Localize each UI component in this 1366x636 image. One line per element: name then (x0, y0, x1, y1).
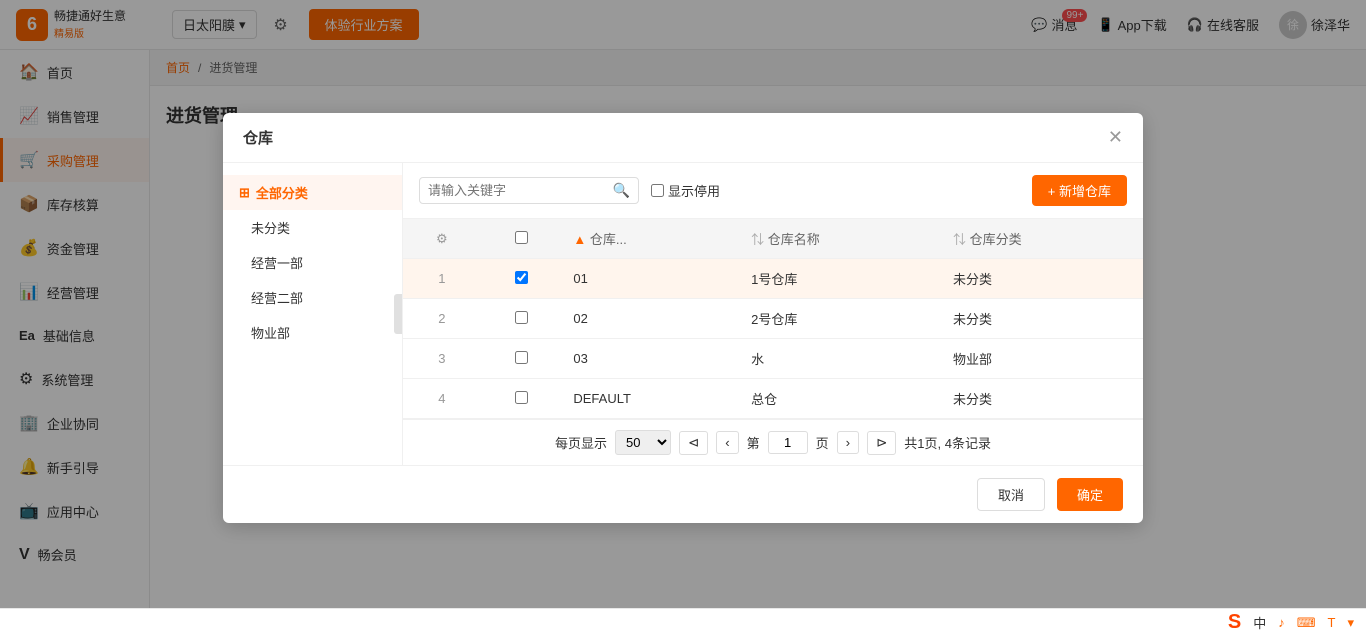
pagination-bar: 每页显示 50 20 100 ⊲ ‹ 第 页 › ⊳ 共1页, 4条记录 (403, 419, 1143, 465)
status-t-icon[interactable]: T (1328, 615, 1336, 630)
modal-overlay: 仓库 ✕ ⊞ 全部分类 未分类 经营一部 经营二部 物业部 《 (0, 0, 1366, 636)
table-header-code: ▲ 仓库... (561, 219, 739, 259)
table-row[interactable]: 1 01 1号仓库 未分类 (403, 259, 1143, 299)
show-disabled-check[interactable] (651, 184, 664, 197)
table-header-gear: ⚙ (403, 219, 481, 259)
modal-header: 仓库 ✕ (223, 113, 1143, 163)
modal-body: ⊞ 全部分类 未分类 经营一部 经营二部 物业部 《 🔍 (223, 163, 1143, 465)
per-page-label: 每页显示 (555, 433, 607, 452)
row-checkbox[interactable] (481, 299, 562, 339)
category-item-unclassified[interactable]: 未分类 (223, 210, 402, 245)
table-row[interactable]: 2 02 2号仓库 未分类 (403, 299, 1143, 339)
row-num: 1 (403, 259, 481, 299)
row-checkbox[interactable] (481, 259, 562, 299)
last-page-button[interactable]: ⊳ (867, 431, 896, 455)
search-icon[interactable]: 🔍 (613, 182, 630, 199)
status-lang-icon[interactable]: 中 (1253, 613, 1266, 632)
row-category: 未分类 (941, 259, 1143, 299)
add-warehouse-button[interactable]: + 新增仓库 (1032, 175, 1127, 206)
row-code: 03 (561, 339, 739, 379)
next-page-button[interactable]: › (837, 431, 859, 454)
show-disabled-label: 显示停用 (668, 181, 720, 200)
page-label: 第 (747, 433, 760, 452)
modal-close-button[interactable]: ✕ (1108, 127, 1123, 148)
row-checkbox[interactable] (481, 339, 562, 379)
row-num: 4 (403, 379, 481, 419)
first-page-button[interactable]: ⊲ (679, 431, 708, 455)
status-sound-icon[interactable]: ♪ (1278, 615, 1285, 630)
table-header-checkbox (481, 219, 562, 259)
row-num: 3 (403, 339, 481, 379)
page-number-input[interactable] (768, 431, 808, 454)
status-s-icon[interactable]: S (1228, 611, 1241, 634)
search-box: 🔍 (419, 177, 639, 204)
collapse-panel-button[interactable]: 《 (394, 294, 403, 334)
all-category-item[interactable]: ⊞ 全部分类 (223, 175, 402, 210)
category-item-operation1[interactable]: 经营一部 (223, 245, 402, 280)
row-category: 未分类 (941, 299, 1143, 339)
per-page-select[interactable]: 50 20 100 (615, 430, 671, 455)
sort-icon2: ⇅ (751, 232, 764, 247)
modal-toolbar: 🔍 显示停用 + 新增仓库 (403, 163, 1143, 219)
modal-title: 仓库 (243, 127, 273, 148)
table-row[interactable]: 4 DEFAULT 总仓 未分类 (403, 379, 1143, 419)
status-keyboard-icon[interactable]: ⌨ (1297, 615, 1316, 631)
row-code: 02 (561, 299, 739, 339)
row-code: 01 (561, 259, 739, 299)
total-records-label: 共1页, 4条记录 (904, 433, 991, 452)
warehouse-modal: 仓库 ✕ ⊞ 全部分类 未分类 经营一部 经营二部 物业部 《 (223, 113, 1143, 523)
show-disabled-checkbox[interactable]: 显示停用 (651, 181, 720, 200)
category-item-operation2[interactable]: 经营二部 (223, 280, 402, 315)
row-name: 2号仓库 (739, 299, 941, 339)
table-header-name: ⇅ 仓库名称 (739, 219, 941, 259)
search-input[interactable] (428, 183, 613, 198)
category-panel: ⊞ 全部分类 未分类 经营一部 经营二部 物业部 《 (223, 163, 403, 465)
confirm-button[interactable]: 确定 (1057, 478, 1123, 511)
modal-footer: 取消 确定 (223, 465, 1143, 523)
sort-icon: ▲ (573, 232, 586, 247)
modal-right-content: 🔍 显示停用 + 新增仓库 ⚙ (403, 163, 1143, 465)
table-row[interactable]: 3 03 水 物业部 (403, 339, 1143, 379)
row-category: 未分类 (941, 379, 1143, 419)
sort-icon3: ⇅ (953, 232, 966, 247)
select-all-checkbox[interactable] (515, 231, 528, 244)
row-num: 2 (403, 299, 481, 339)
grid-icon: ⊞ (239, 185, 250, 201)
table-header-category: ⇅ 仓库分类 (941, 219, 1143, 259)
prev-page-button[interactable]: ‹ (716, 431, 738, 454)
statusbar: S 中 ♪ ⌨ T ▾ (0, 608, 1366, 636)
row-code: DEFAULT (561, 379, 739, 419)
row-category: 物业部 (941, 339, 1143, 379)
warehouse-table: ⚙ ▲ 仓库... ⇅ 仓库名称 ⇅ 仓库分类 (403, 219, 1143, 419)
row-name: 总仓 (739, 379, 941, 419)
cancel-button[interactable]: 取消 (977, 478, 1045, 511)
row-checkbox[interactable] (481, 379, 562, 419)
status-more-icon[interactable]: ▾ (1347, 615, 1354, 631)
row-name: 1号仓库 (739, 259, 941, 299)
all-category-label: 全部分类 (256, 183, 308, 202)
page-suffix: 页 (816, 433, 829, 452)
row-name: 水 (739, 339, 941, 379)
category-item-property[interactable]: 物业部 (223, 315, 402, 350)
